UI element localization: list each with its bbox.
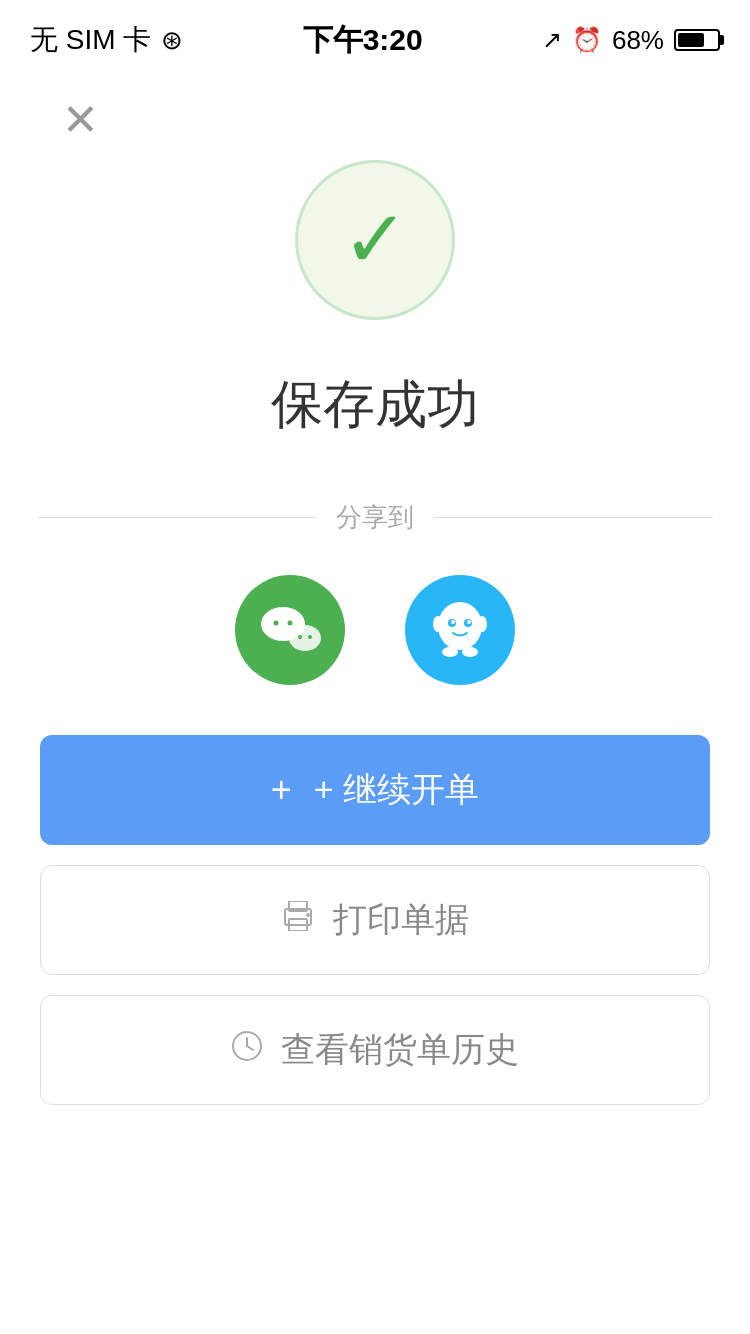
close-icon: ✕ xyxy=(62,98,99,142)
success-circle: ✓ xyxy=(295,160,455,320)
plus-icon: + xyxy=(271,769,292,811)
clock-icon xyxy=(231,1030,263,1070)
svg-point-3 xyxy=(288,621,293,626)
svg-point-13 xyxy=(442,647,458,657)
print-label: 打印单据 xyxy=(333,897,469,943)
no-sim-label: 无 SIM 卡 xyxy=(30,21,151,59)
svg-point-5 xyxy=(308,635,312,639)
status-bar: 无 SIM 卡 ⊛ 下午3:20 ↗ ⏰ 68% xyxy=(0,0,750,80)
history-label: 查看销货单历史 xyxy=(281,1027,519,1073)
share-icons-row xyxy=(235,575,515,685)
buttons-section: + + 继续开单 打印单据 xyxy=(0,735,750,1105)
history-button[interactable]: 查看销货单历史 xyxy=(40,995,710,1105)
divider-left xyxy=(38,517,317,518)
svg-point-6 xyxy=(438,602,482,650)
wechat-share-button[interactable] xyxy=(235,575,345,685)
svg-point-12 xyxy=(477,616,487,632)
continue-button[interactable]: + + 继续开单 xyxy=(40,735,710,845)
wifi-icon: ⊛ xyxy=(161,25,183,56)
qq-logo xyxy=(430,598,490,663)
qq-share-button[interactable] xyxy=(405,575,515,685)
share-section: 分享到 xyxy=(0,500,750,685)
svg-point-4 xyxy=(298,635,302,639)
svg-point-10 xyxy=(467,620,471,624)
success-title: 保存成功 xyxy=(271,370,479,440)
close-button[interactable]: ✕ xyxy=(50,90,110,150)
divider-row: 分享到 xyxy=(38,500,713,535)
status-right: ↗ ⏰ 68% xyxy=(542,25,720,56)
svg-point-1 xyxy=(289,625,321,651)
svg-point-11 xyxy=(433,616,443,632)
battery-percent: 68% xyxy=(612,25,664,56)
alarm-icon: ⏰ xyxy=(572,26,602,54)
status-time: 下午3:20 xyxy=(303,20,423,61)
print-button[interactable]: 打印单据 xyxy=(40,865,710,975)
wechat-logo xyxy=(259,604,321,656)
svg-point-18 xyxy=(306,913,310,917)
svg-point-14 xyxy=(462,647,478,657)
main-content: ✓ 保存成功 分享到 xyxy=(0,80,750,1105)
share-label: 分享到 xyxy=(316,500,434,535)
battery-icon xyxy=(674,29,720,51)
svg-point-2 xyxy=(274,621,279,626)
printer-icon xyxy=(281,901,315,939)
svg-point-9 xyxy=(451,620,455,624)
svg-line-21 xyxy=(247,1046,253,1050)
location-icon: ↗ xyxy=(542,26,562,54)
continue-label: + 继续开单 xyxy=(314,767,479,813)
status-left: 无 SIM 卡 ⊛ xyxy=(30,21,183,59)
divider-right xyxy=(434,517,713,518)
checkmark-icon: ✓ xyxy=(342,200,409,280)
